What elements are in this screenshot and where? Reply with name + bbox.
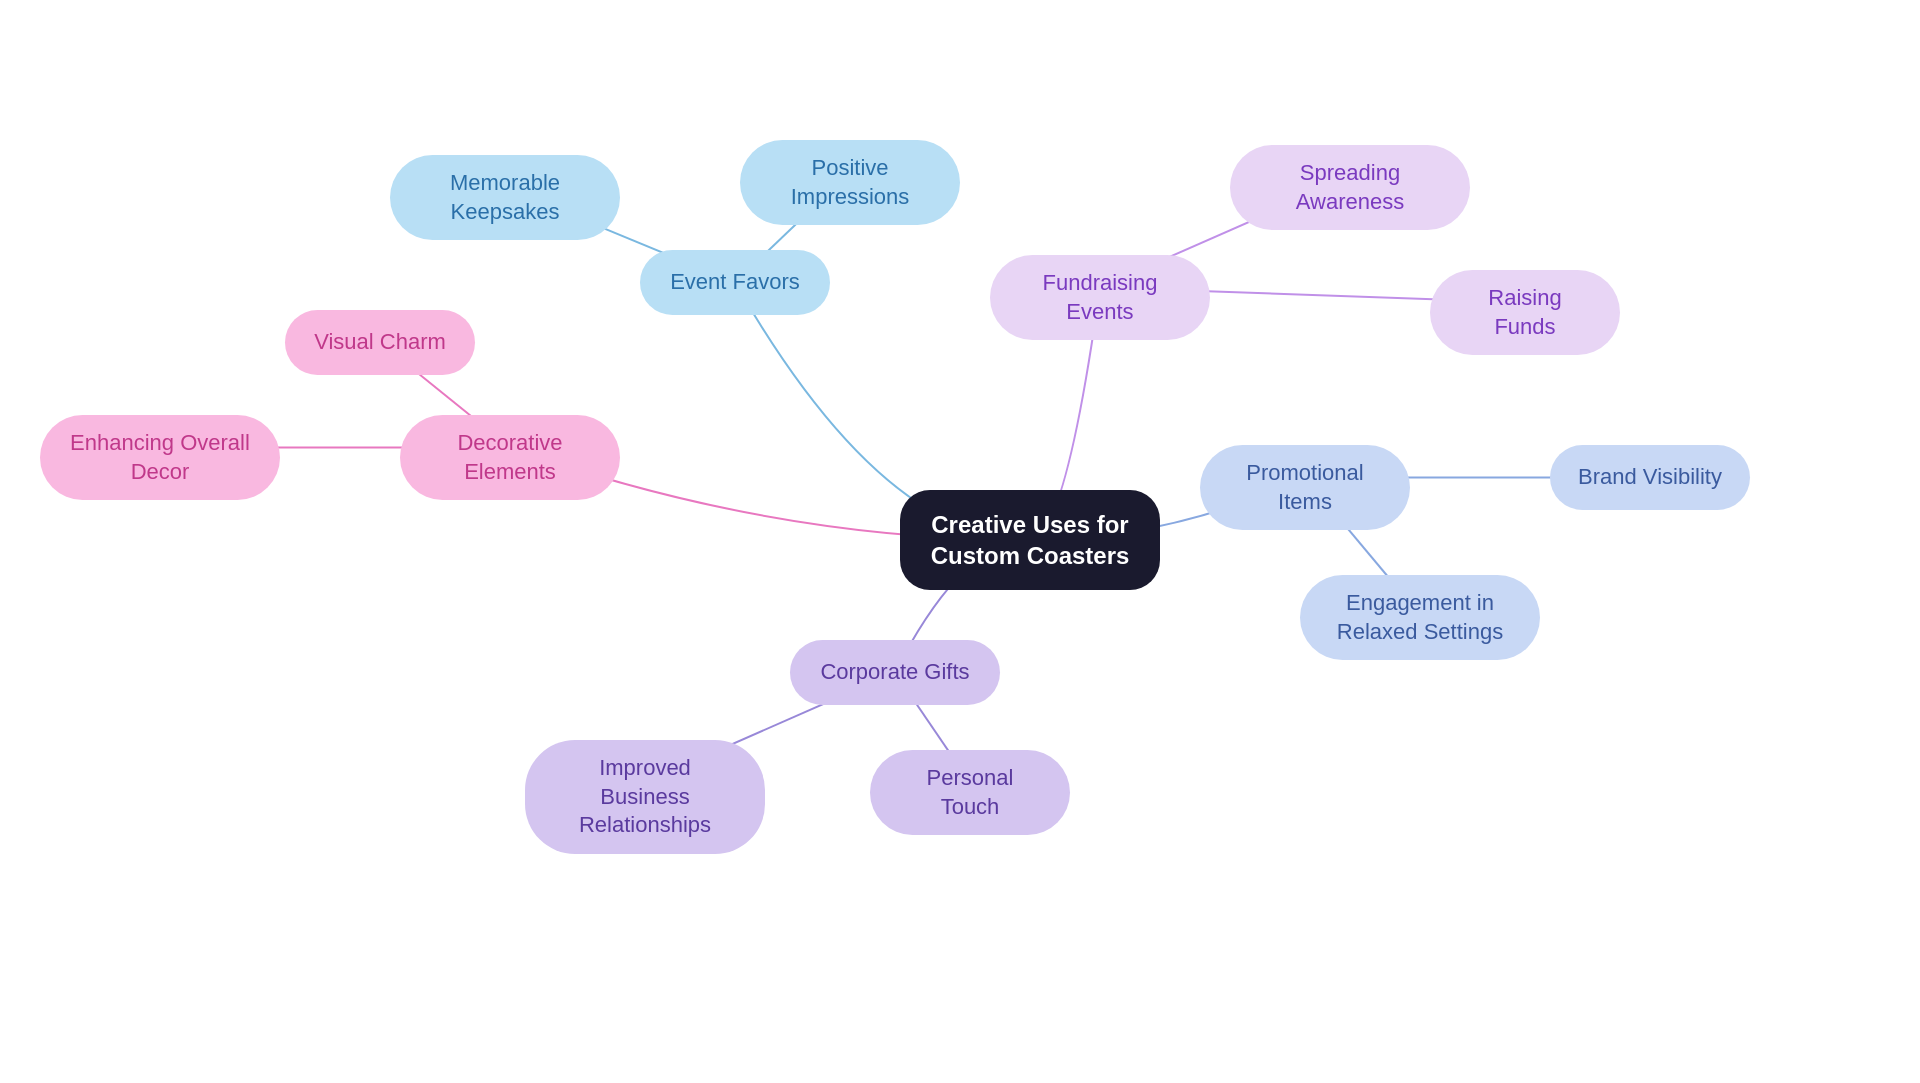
- node-event-favors: Event Favors: [640, 250, 830, 315]
- node-decorative-elements: Decorative Elements: [400, 415, 620, 500]
- node-corporate-gifts: Corporate Gifts: [790, 640, 1000, 705]
- node-improved-business: Improved Business Relationships: [525, 740, 765, 854]
- node-brand-visibility: Brand Visibility: [1550, 445, 1750, 510]
- node-engagement-relaxed: Engagement in Relaxed Settings: [1300, 575, 1540, 660]
- node-memorable-keepsakes: Memorable Keepsakes: [390, 155, 620, 240]
- node-personal-touch: Personal Touch: [870, 750, 1070, 835]
- node-promotional-items: Promotional Items: [1200, 445, 1410, 530]
- node-enhancing-decor: Enhancing Overall Decor: [40, 415, 280, 500]
- node-raising-funds: Raising Funds: [1430, 270, 1620, 355]
- node-spreading-awareness: Spreading Awareness: [1230, 145, 1470, 230]
- node-fundraising-events: Fundraising Events: [990, 255, 1210, 340]
- node-visual-charm: Visual Charm: [285, 310, 475, 375]
- node-positive-impressions: Positive Impressions: [740, 140, 960, 225]
- center-node: Creative Uses for Custom Coasters: [900, 490, 1160, 590]
